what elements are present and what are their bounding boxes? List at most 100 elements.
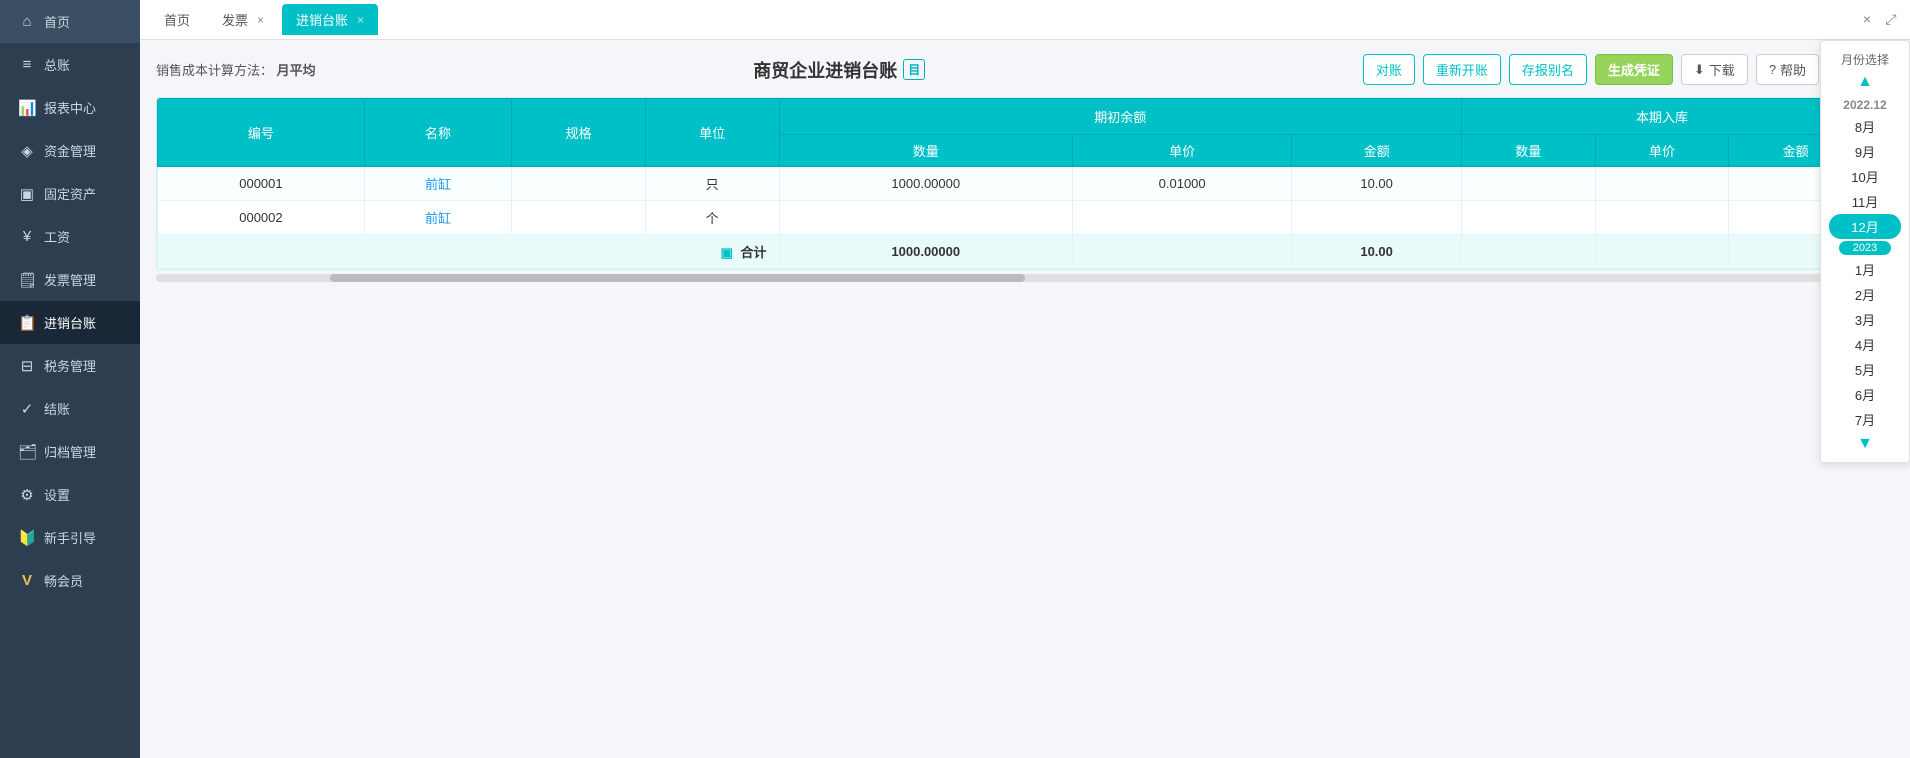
help-button[interactable]: ? 帮助 (1756, 54, 1819, 85)
tab-home[interactable]: 首页 (150, 4, 204, 35)
month-item-9[interactable]: 9月 (1821, 139, 1909, 164)
generate-voucher-button[interactable]: 生成凭证 (1595, 54, 1673, 85)
month-scroll-down[interactable]: ▼ (1821, 432, 1909, 456)
month-item-2023-5[interactable]: 5月 (1821, 357, 1909, 382)
content-area: 销售成本计算方法： 月平均 商贸企业进销台账 目 对账 重新开账 存报别名 生成… (140, 40, 1910, 758)
salary-icon: ¥ (18, 228, 36, 245)
row2-in-qty (1461, 201, 1595, 235)
month-scroll-up[interactable]: ▲ (1821, 70, 1909, 94)
table-row: 000001 前缸 只 1000.00000 0.01000 10.00 (158, 167, 1893, 201)
download-button[interactable]: ⬇ 下载 (1681, 54, 1748, 85)
month-selector-panel: 月份选择 ▲ 2022.12 8月 9月 10月 11月 12月 2023 1月… (1820, 40, 1910, 463)
row1-in-qty (1461, 167, 1595, 201)
month-item-2023-1[interactable]: 1月 (1821, 257, 1909, 282)
col-in-price: 单价 (1595, 135, 1729, 167)
total-label: ▣ 合计 (158, 235, 780, 269)
reconcile-button[interactable]: 对账 (1363, 54, 1415, 85)
sidebar-item-invoice-management[interactable]: 🗒 发票管理 (0, 258, 140, 301)
row2-spec (512, 201, 646, 235)
guide-icon: 🔰 (18, 529, 36, 547)
reopen-button[interactable]: 重新开账 (1423, 54, 1501, 85)
month-item-8[interactable]: 8月 (1821, 114, 1909, 139)
download-icon: ⬇ (1694, 62, 1705, 78)
tab-inventory-close[interactable]: × (357, 13, 364, 27)
scrollbar-thumb[interactable] (330, 274, 1025, 282)
row2-name: 前缸 (364, 201, 511, 235)
month-item-2023-6[interactable]: 6月 (1821, 382, 1909, 407)
sidebar-item-report-center[interactable]: 📊 报表中心 (0, 86, 140, 129)
tab-invoice-close[interactable]: × (257, 13, 264, 27)
maximize-button[interactable]: ⤢ (1880, 8, 1902, 30)
row1-opening-price: 0.01000 (1073, 167, 1292, 201)
sidebar: ⌂ 首页 ≡ 总账 📊 报表中心 ◈ 资金管理 ▣ 固定资产 ¥ 工资 🗒 发票… (0, 0, 140, 758)
col-opening-qty: 数量 (779, 135, 1073, 167)
top-info-row: 销售成本计算方法： 月平均 商贸企业进销台账 目 对账 重新开账 存报别名 生成… (156, 54, 1894, 85)
info-icon[interactable]: 目 (903, 59, 925, 80)
col-spec: 规格 (512, 99, 646, 167)
settlement-icon: ✓ (18, 400, 36, 418)
settings-icon: ⚙ (18, 486, 36, 504)
sidebar-item-salary[interactable]: ¥ 工资 (0, 215, 140, 258)
tab-inventory[interactable]: 进销台账 × (282, 4, 378, 35)
col-opening-amount: 金额 (1292, 135, 1462, 167)
close-button[interactable]: × (1856, 8, 1878, 30)
sidebar-item-fund-management[interactable]: ◈ 资金管理 (0, 129, 140, 172)
sidebar-item-general-ledger[interactable]: ≡ 总账 (0, 43, 140, 86)
sidebar-item-home[interactable]: ⌂ 首页 (0, 0, 140, 43)
cost-method-info: 销售成本计算方法： 月平均 (156, 60, 316, 79)
total-opening-amount: 10.00 (1292, 235, 1462, 269)
main-area: × ⤢ 首页 发票 × 进销台账 × 销售成本计算方法： 月平均 商贸企业进销台… (140, 0, 1910, 758)
month-item-11[interactable]: 11月 (1821, 189, 1909, 214)
fund-icon: ◈ (18, 142, 36, 160)
month-item-10[interactable]: 10月 (1821, 164, 1909, 189)
row2-code: 000002 (158, 201, 365, 235)
year-2022-label: 2022.12 (1821, 94, 1909, 114)
sidebar-item-settings[interactable]: ⚙ 设置 (0, 473, 140, 516)
col-name: 名称 (364, 99, 511, 167)
row2-opening-qty (779, 201, 1073, 235)
sidebar-item-beginner-guide[interactable]: 🔰 新手引导 (0, 516, 140, 559)
row1-code: 000001 (158, 167, 365, 201)
sidebar-item-inventory-ledger[interactable]: 📋 进销台账 (0, 301, 140, 344)
horizontal-scrollbar[interactable] (156, 274, 1894, 282)
row1-opening-amount: 10.00 (1292, 167, 1462, 201)
total-in-qty (1461, 235, 1595, 269)
row1-spec (512, 167, 646, 201)
sidebar-item-archive-management[interactable]: 🗂 归档管理 (0, 430, 140, 473)
row1-opening-qty: 1000.00000 (779, 167, 1073, 201)
month-item-2023-2[interactable]: 2月 (1821, 282, 1909, 307)
month-item-2023-7[interactable]: 7月 (1821, 407, 1909, 432)
row2-opening-amount (1292, 201, 1462, 235)
toolbar-buttons: 对账 重新开账 存报别名 生成凭证 ⬇ 下载 ? 帮助 ↻ 刷新 (1363, 54, 1894, 85)
tabs-bar: 首页 发票 × 进销台账 × (140, 0, 1910, 40)
page-title: 商贸企业进销台账 目 (753, 57, 925, 83)
tax-icon: ⊟ (18, 357, 36, 375)
help-icon: ? (1769, 62, 1776, 77)
row2-opening-price (1073, 201, 1292, 235)
sidebar-item-tax-management[interactable]: ⊟ 税务管理 (0, 344, 140, 387)
total-opening-price (1073, 235, 1292, 269)
ledger-icon: ≡ (18, 56, 36, 73)
assets-icon: ▣ (18, 185, 36, 203)
month-item-2023-3[interactable]: 3月 (1821, 307, 1909, 332)
total-opening-qty: 1000.00000 (779, 235, 1073, 269)
member-icon: V (18, 572, 36, 589)
save-as-button[interactable]: 存报别名 (1509, 54, 1587, 85)
row2-unit: 个 (645, 201, 779, 235)
inventory-icon: 📋 (18, 314, 36, 332)
row2-in-price (1595, 201, 1729, 235)
month-item-2023-4[interactable]: 4月 (1821, 332, 1909, 357)
month-selector-title: 月份选择 (1821, 47, 1909, 70)
total-in-price (1595, 235, 1729, 269)
sidebar-item-fixed-assets[interactable]: ▣ 固定资产 (0, 172, 140, 215)
home-icon: ⌂ (18, 13, 36, 30)
col-unit: 单位 (645, 99, 779, 167)
tab-invoice[interactable]: 发票 × (208, 4, 278, 35)
sidebar-item-member[interactable]: V 畅会员 (0, 559, 140, 602)
sidebar-item-settlement[interactable]: ✓ 结账 (0, 387, 140, 430)
table-row: 000002 前缸 个 (158, 201, 1893, 235)
report-icon: 📊 (18, 99, 36, 117)
col-code: 编号 (158, 99, 365, 167)
col-current-in: 本期入库 (1461, 99, 1862, 135)
month-item-12[interactable]: 12月 (1829, 214, 1901, 239)
